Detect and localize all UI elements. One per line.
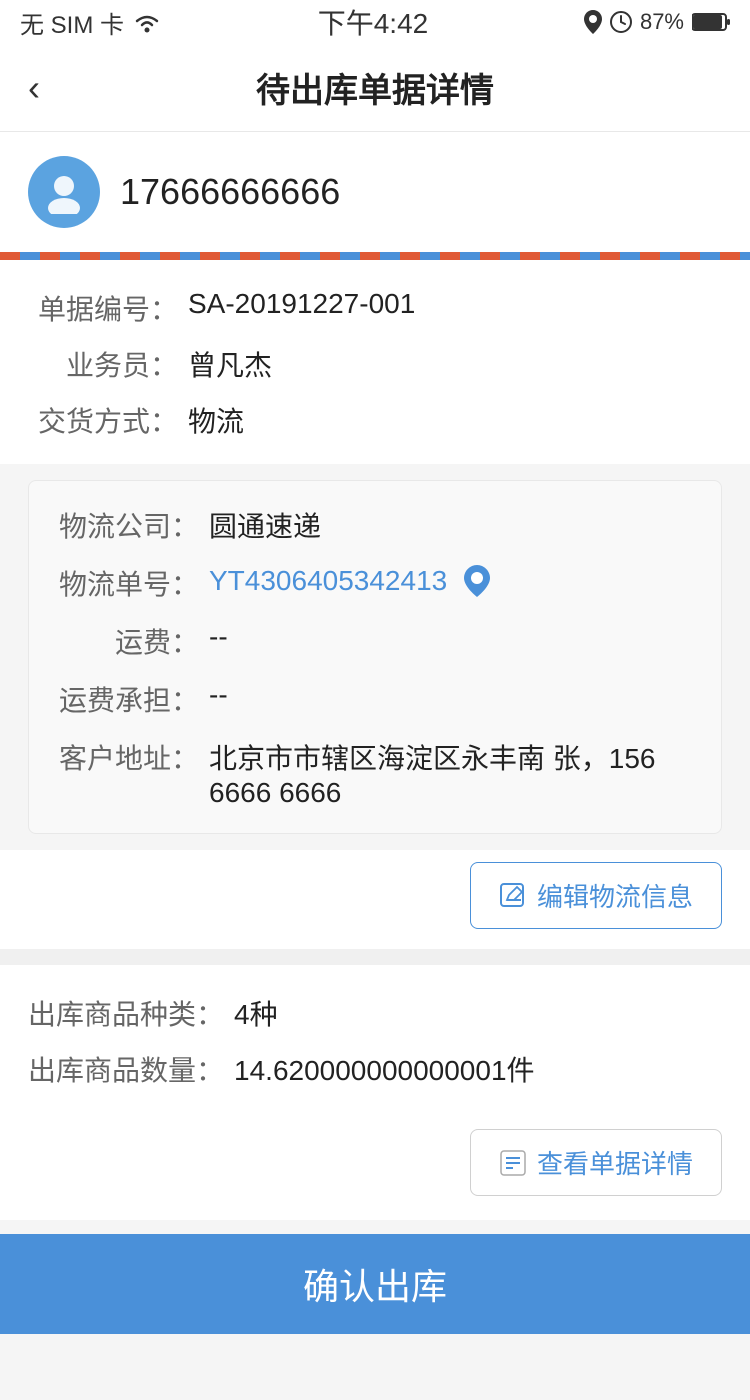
nav-bar: ‹ 待出库单据详情 xyxy=(0,44,750,132)
product-section: 出库商品种类： 4种 出库商品数量： 14.620000000000001件 xyxy=(0,965,750,1113)
delivery-type-label: 交货方式： xyxy=(28,400,188,440)
sales-person-row: 业务员： 曾凡杰 xyxy=(28,344,722,384)
tracking-number: YT4306405342413 xyxy=(209,565,447,597)
view-details-row: 查看单据详情 xyxy=(0,1113,750,1220)
location-icon xyxy=(584,10,602,34)
wifi-icon xyxy=(132,11,162,33)
product-quantity-label: 出库商品数量： xyxy=(28,1049,234,1089)
product-type-value: 4种 xyxy=(234,993,722,1033)
status-left: 无 SIM 卡 xyxy=(20,5,162,40)
user-phone: 17666666666 xyxy=(120,171,340,213)
back-icon: ‹ xyxy=(28,67,40,108)
sales-person-label: 业务员： xyxy=(28,344,188,384)
order-no-label: 单据编号： xyxy=(28,288,188,328)
status-bar: 无 SIM 卡 下午4:42 87% xyxy=(0,0,750,44)
view-details-label: 查看单据详情 xyxy=(537,1144,693,1181)
freight-value: -- xyxy=(209,621,701,653)
list-icon xyxy=(499,1149,527,1177)
product-quantity-row: 出库商品数量： 14.620000000000001件 xyxy=(28,1049,722,1089)
logistics-card: 物流公司： 圆通速递 物流单号： YT4306405342413 运费： -- … xyxy=(28,480,722,834)
logistics-company-row: 物流公司： 圆通速递 xyxy=(49,505,701,545)
edit-icon xyxy=(499,882,527,910)
map-pin-icon[interactable] xyxy=(459,563,495,599)
customer-address-label: 客户地址： xyxy=(49,737,209,777)
edit-logistics-button[interactable]: 编辑物流信息 xyxy=(470,862,722,929)
logistics-company-value: 圆通速递 xyxy=(209,505,701,545)
customer-address-value: 北京市市辖区海淀区永丰南 张，156 6666 6666 xyxy=(209,737,701,809)
page-title: 待出库单据详情 xyxy=(256,63,494,112)
freight-bearer-label: 运费承担： xyxy=(49,679,209,719)
freight-label: 运费： xyxy=(49,621,209,661)
order-no-row: 单据编号： SA-20191227-001 xyxy=(28,288,722,328)
logistics-tracking-label: 物流单号： xyxy=(49,563,209,603)
delivery-type-value: 物流 xyxy=(188,400,722,440)
logistics-tracking-row: 物流单号： YT4306405342413 xyxy=(49,563,701,603)
view-details-button[interactable]: 查看单据详情 xyxy=(470,1129,722,1196)
user-header: 17666666666 xyxy=(0,132,750,252)
person-icon xyxy=(42,170,86,214)
order-info-section: 单据编号： SA-20191227-001 业务员： 曾凡杰 交货方式： 物流 xyxy=(0,260,750,464)
battery-percent: 87% xyxy=(640,9,684,35)
clock-icon xyxy=(610,11,632,33)
confirm-bar[interactable]: 确认出库 xyxy=(0,1234,750,1334)
sales-person-value: 曾凡杰 xyxy=(188,344,722,384)
freight-row: 运费： -- xyxy=(49,621,701,661)
freight-bearer-value: -- xyxy=(209,679,701,711)
carrier-label: 无 SIM 卡 xyxy=(20,5,124,40)
status-time: 下午4:42 xyxy=(318,2,429,42)
order-no-value: SA-20191227-001 xyxy=(188,288,722,320)
edit-button-row: 编辑物流信息 xyxy=(0,850,750,949)
customer-address-row: 客户地址： 北京市市辖区海淀区永丰南 张，156 6666 6666 xyxy=(49,737,701,809)
edit-logistics-label: 编辑物流信息 xyxy=(537,877,693,914)
avatar xyxy=(28,156,100,228)
status-right: 87% xyxy=(584,9,730,35)
product-type-row: 出库商品种类： 4种 xyxy=(28,993,722,1033)
delivery-type-row: 交货方式： 物流 xyxy=(28,400,722,440)
back-button[interactable]: ‹ xyxy=(28,67,40,109)
battery-icon xyxy=(692,12,730,32)
section-divider-1 xyxy=(0,949,750,965)
product-type-label: 出库商品种类： xyxy=(28,993,234,1033)
product-quantity-value: 14.620000000000001件 xyxy=(234,1049,722,1089)
freight-bearer-row: 运费承担： -- xyxy=(49,679,701,719)
confirm-button-label: 确认出库 xyxy=(303,1258,447,1310)
logistics-tracking-value: YT4306405342413 xyxy=(209,563,701,599)
logistics-company-label: 物流公司： xyxy=(49,505,209,545)
dashed-divider xyxy=(0,252,750,260)
